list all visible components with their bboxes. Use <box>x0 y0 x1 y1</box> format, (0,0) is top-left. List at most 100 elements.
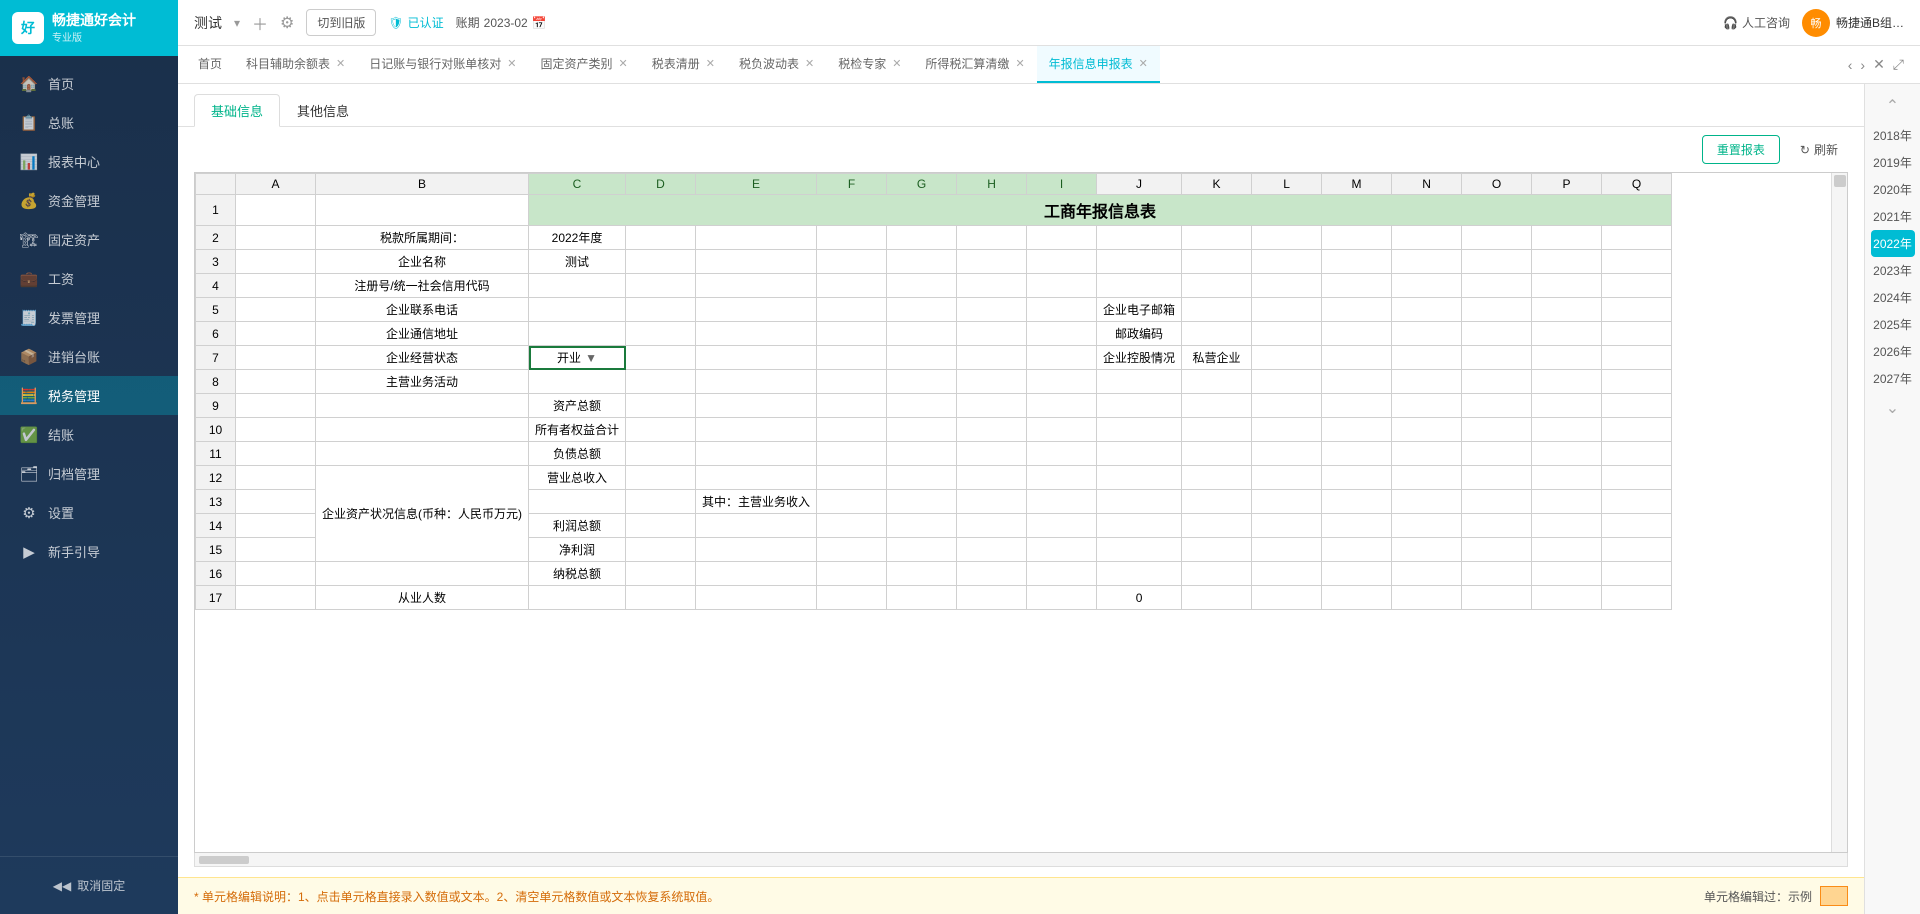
cell-5-10[interactable]: 企业电子邮箱 <box>1097 298 1182 322</box>
year-btn-2022年[interactable]: 2022年 <box>1871 230 1915 257</box>
cell-8-5[interactable] <box>696 370 817 394</box>
cell-17-15[interactable] <box>1462 586 1532 610</box>
year-btn-2020年[interactable]: 2020年 <box>1871 176 1915 203</box>
cell-7-16[interactable] <box>1532 346 1602 370</box>
cell-8-10[interactable] <box>1097 370 1182 394</box>
cell-12-12[interactable] <box>1252 466 1322 490</box>
cell-6-3[interactable] <box>529 322 626 346</box>
cell-17-2[interactable]: 从业人数 <box>316 586 529 610</box>
tab-close-8[interactable]: ✕ <box>1139 57 1148 70</box>
year-btn-2019年[interactable]: 2019年 <box>1871 149 1915 176</box>
cell-17-12[interactable] <box>1252 586 1322 610</box>
cell-12-7[interactable] <box>887 466 957 490</box>
tab-close-7[interactable]: ✕ <box>1015 57 1024 70</box>
cell-2-14[interactable] <box>1392 226 1462 250</box>
cell-16-15[interactable] <box>1462 562 1532 586</box>
cell-5-9[interactable] <box>1027 298 1097 322</box>
cell-14-7[interactable] <box>887 514 957 538</box>
cell-13-1[interactable] <box>236 490 316 514</box>
cell-5-16[interactable] <box>1532 298 1602 322</box>
cell-11-13[interactable] <box>1322 442 1392 466</box>
cell-11-17[interactable] <box>1602 442 1672 466</box>
cell-10-14[interactable] <box>1392 418 1462 442</box>
cell-15-6[interactable] <box>817 538 887 562</box>
cell-14-17[interactable] <box>1602 514 1672 538</box>
cell-15-16[interactable] <box>1532 538 1602 562</box>
cell-15-14[interactable] <box>1392 538 1462 562</box>
consult-btn[interactable]: 🎧 人工咨询 <box>1723 14 1790 31</box>
cell-10-13[interactable] <box>1322 418 1392 442</box>
cell-9-15[interactable] <box>1462 394 1532 418</box>
cell-17-11[interactable] <box>1182 586 1252 610</box>
cell-16-9[interactable] <box>1027 562 1097 586</box>
cell-2-17[interactable] <box>1602 226 1672 250</box>
year-btn-2025年[interactable]: 2025年 <box>1871 311 1915 338</box>
cell-5-13[interactable] <box>1322 298 1392 322</box>
cell-1-3[interactable]: 工商年报信息表 <box>529 195 1672 226</box>
cell-2-4[interactable] <box>626 226 696 250</box>
cell-10-4[interactable] <box>626 418 696 442</box>
cell-17-3[interactable] <box>529 586 626 610</box>
cell-14-9[interactable] <box>1027 514 1097 538</box>
cell-4-5[interactable] <box>696 274 817 298</box>
cell-11-11[interactable] <box>1182 442 1252 466</box>
tab-close-5[interactable]: ✕ <box>805 57 814 70</box>
cell-7-10[interactable]: 企业控股情况 <box>1097 346 1182 370</box>
cell-14-15[interactable] <box>1462 514 1532 538</box>
cell-3-6[interactable] <box>817 250 887 274</box>
cell-17-7[interactable] <box>887 586 957 610</box>
cell-8-7[interactable] <box>887 370 957 394</box>
cell-5-1[interactable] <box>236 298 316 322</box>
cell-1-1[interactable] <box>236 195 316 226</box>
cell-2-16[interactable] <box>1532 226 1602 250</box>
cell-13-15[interactable] <box>1462 490 1532 514</box>
cell-11-15[interactable] <box>1462 442 1532 466</box>
cell-13-7[interactable] <box>887 490 957 514</box>
tab-expand-btn[interactable]: ⤢ <box>1893 56 1904 73</box>
sidebar-item-报表中心[interactable]: 📊 报表中心 <box>0 142 178 181</box>
sidebar-item-归档管理[interactable]: 🗂 归档管理 <box>0 454 178 493</box>
topbar-settings-btn[interactable]: ⚙ <box>280 13 294 33</box>
cell-12-15[interactable] <box>1462 466 1532 490</box>
year-btn-2027年[interactable]: 2027年 <box>1871 365 1915 392</box>
cell-10-11[interactable] <box>1182 418 1252 442</box>
cell-6-12[interactable] <box>1252 322 1322 346</box>
cell-14-6[interactable] <box>817 514 887 538</box>
cell-15-1[interactable] <box>236 538 316 562</box>
cell-3-10[interactable] <box>1097 250 1182 274</box>
cell-10-2[interactable] <box>316 418 529 442</box>
cell-6-16[interactable] <box>1532 322 1602 346</box>
sidebar-item-总账[interactable]: 📋 总账 <box>0 103 178 142</box>
cell-5-12[interactable] <box>1252 298 1322 322</box>
cell-15-13[interactable] <box>1322 538 1392 562</box>
cell-9-1[interactable] <box>236 394 316 418</box>
cell-12-10[interactable] <box>1097 466 1182 490</box>
cell-15-9[interactable] <box>1027 538 1097 562</box>
cell-14-1[interactable] <box>236 514 316 538</box>
cell-8-4[interactable] <box>626 370 696 394</box>
cell-2-1[interactable] <box>236 226 316 250</box>
vertical-scrollbar[interactable] <box>1831 173 1847 852</box>
cell-10-10[interactable] <box>1097 418 1182 442</box>
cell-3-14[interactable] <box>1392 250 1462 274</box>
cell-16-7[interactable] <box>887 562 957 586</box>
cell-10-15[interactable] <box>1462 418 1532 442</box>
cell-10-3[interactable]: 所有者权益合计 <box>529 418 626 442</box>
cell-8-12[interactable] <box>1252 370 1322 394</box>
cell-12-14[interactable] <box>1392 466 1462 490</box>
tab-next-btn[interactable]: › <box>1860 57 1865 73</box>
user-info[interactable]: 畅 畅捷通B组… <box>1802 9 1904 37</box>
cell-16-10[interactable] <box>1097 562 1182 586</box>
tab-1[interactable]: 科目辅助余额表✕ <box>234 46 357 83</box>
cell-13-13[interactable] <box>1322 490 1392 514</box>
cell-7-12[interactable] <box>1252 346 1322 370</box>
sidebar-item-设置[interactable]: ⚙ 设置 <box>0 493 178 532</box>
cell-9-9[interactable] <box>1027 394 1097 418</box>
cell-13-9[interactable] <box>1027 490 1097 514</box>
cell-17-14[interactable] <box>1392 586 1462 610</box>
reset-btn[interactable]: 重置报表 <box>1702 135 1780 164</box>
cell-10-17[interactable] <box>1602 418 1672 442</box>
cell-4-15[interactable] <box>1462 274 1532 298</box>
cell-7-4[interactable] <box>626 346 696 370</box>
cell-17-6[interactable] <box>817 586 887 610</box>
